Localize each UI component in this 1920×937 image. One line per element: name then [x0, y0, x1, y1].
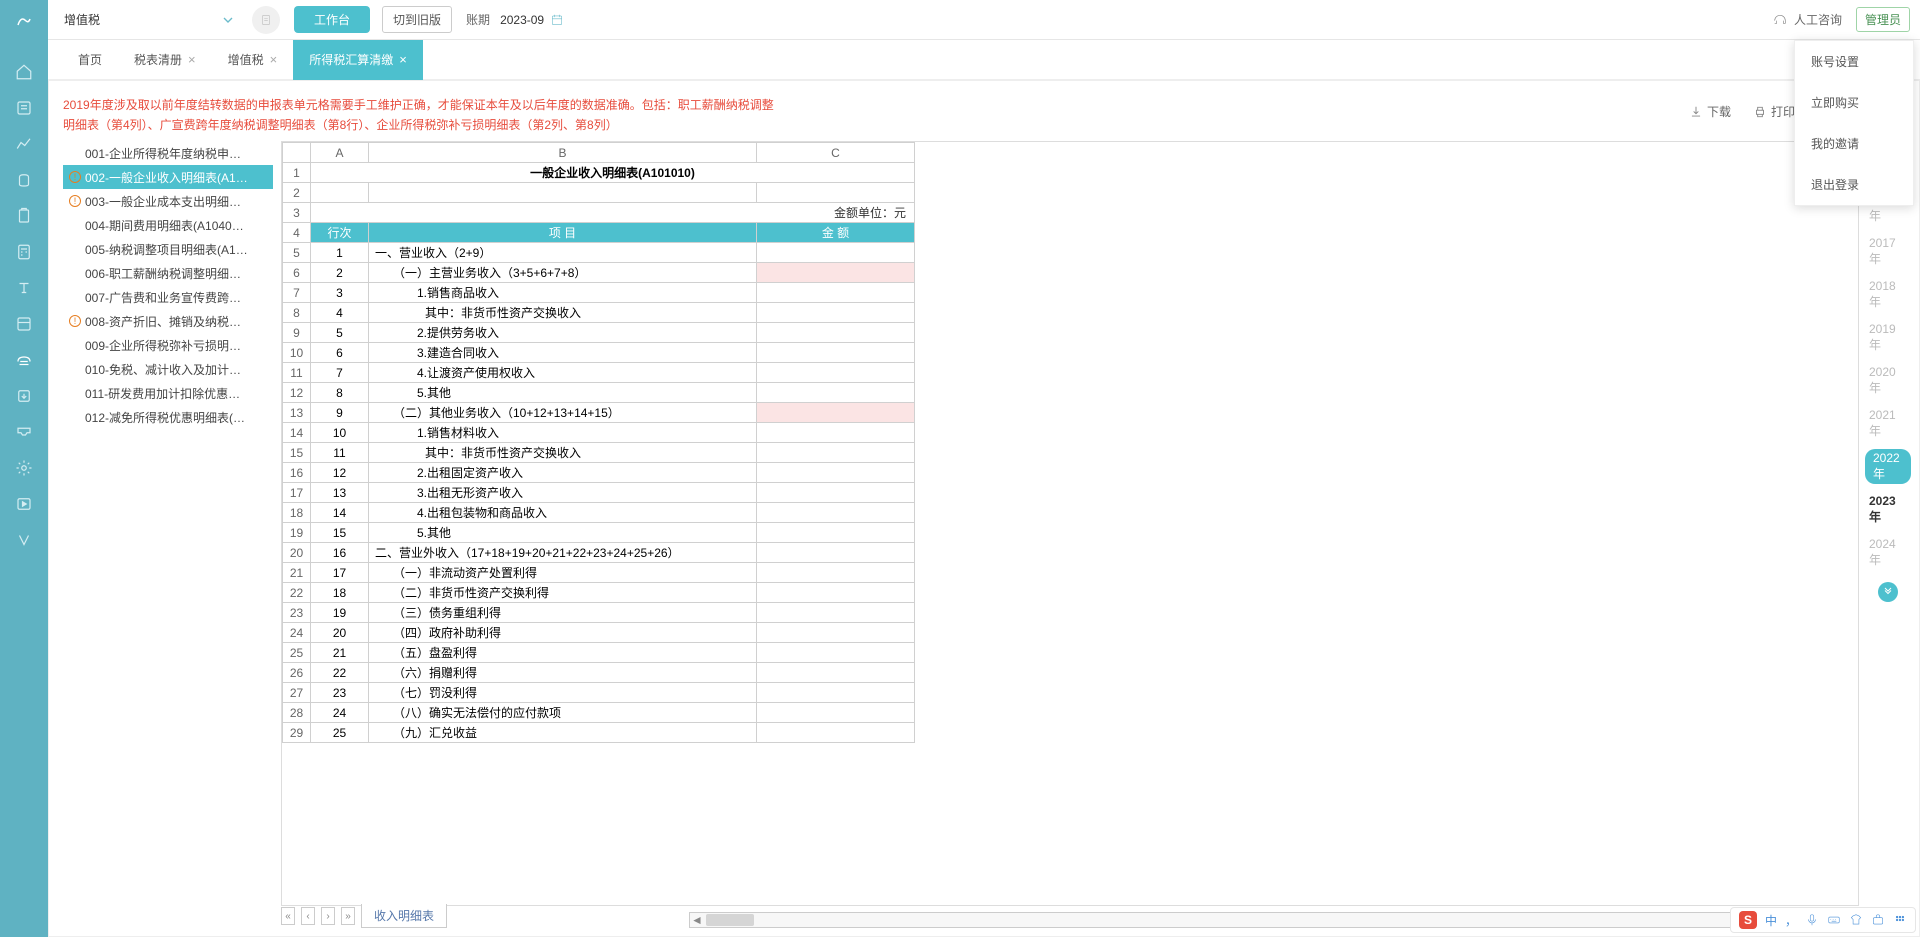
form-list: !001-企业所得税年度纳税申…!002-一般企业收入明细表(A1…!003-一…: [63, 141, 273, 906]
nav-export-icon[interactable]: [0, 378, 48, 414]
period-value[interactable]: 2023-09: [500, 13, 544, 27]
year-pill[interactable]: 2019年: [1865, 320, 1911, 355]
ime-keyboard-icon[interactable]: [1827, 913, 1841, 927]
year-pill[interactable]: 2020年: [1865, 363, 1911, 398]
nav-text-icon[interactable]: [0, 270, 48, 306]
nav-home-icon[interactable]: [0, 54, 48, 90]
switch-old-button[interactable]: 切到旧版: [382, 6, 452, 33]
year-pill[interactable]: 2021年: [1865, 406, 1911, 441]
tab[interactable]: 所得税汇算清缴×: [293, 40, 423, 80]
company-name: 增值税: [64, 11, 100, 28]
ime-lang[interactable]: 中: [1765, 912, 1777, 929]
nav-settings-icon[interactable]: [0, 450, 48, 486]
nav-rail: [0, 0, 48, 937]
nav-calc-icon[interactable]: [0, 234, 48, 270]
warning-text: 2019年度涉及取以前年度结转数据的申报表单元格需要手工维护正确，才能保证本年及…: [63, 95, 783, 136]
scroll-left-icon[interactable]: ◄: [690, 913, 704, 927]
sheet-nav-first[interactable]: «: [281, 907, 295, 925]
warning-icon: !: [69, 315, 81, 327]
nav-catalog-icon[interactable]: [0, 90, 48, 126]
nav-video-icon[interactable]: [0, 486, 48, 522]
form-list-item[interactable]: !012-减免所得税优惠明细表(…: [63, 405, 273, 429]
nav-tax-icon[interactable]: [0, 342, 48, 378]
close-icon[interactable]: ×: [399, 52, 407, 67]
nav-analytics-icon[interactable]: [0, 126, 48, 162]
notes-button[interactable]: [252, 6, 280, 34]
form-list-item[interactable]: !003-一般企业成本支出明细…: [63, 189, 273, 213]
nav-inbox-icon[interactable]: [0, 414, 48, 450]
tabs-row: 首页税表清册×增值税×所得税汇算清缴×: [48, 40, 1920, 80]
calendar-icon[interactable]: [550, 13, 564, 27]
tab[interactable]: 税表清册×: [118, 40, 212, 80]
user-menu-item[interactable]: 我的邀请: [1795, 123, 1913, 164]
form-list-item[interactable]: !001-企业所得税年度纳税申…: [63, 141, 273, 165]
year-pill[interactable]: 2017年: [1865, 234, 1911, 269]
scroll-thumb[interactable]: [706, 914, 754, 926]
close-icon[interactable]: ×: [188, 52, 196, 67]
form-list-item[interactable]: !007-广告费和业务宣传费跨…: [63, 285, 273, 309]
user-menu-item[interactable]: 退出登录: [1795, 164, 1913, 205]
nav-v-icon[interactable]: [0, 522, 48, 558]
nav-clipboard-icon[interactable]: [0, 198, 48, 234]
: S: [1739, 911, 1757, 929]
sheet-table[interactable]: ABC1一般企业收入明细表(A101010)23金额单位：元4行次项 目金 额5…: [282, 142, 915, 743]
ime-toolbox-icon[interactable]: [1871, 913, 1885, 927]
year-pill[interactable]: 2022年: [1865, 449, 1911, 484]
spreadsheet: ABC1一般企业收入明细表(A101010)23金额单位：元4行次项 目金 额5…: [281, 141, 1859, 906]
user-menu-item[interactable]: 账号设置: [1795, 41, 1913, 82]
nav-wallet-icon[interactable]: [0, 162, 48, 198]
form-list-item[interactable]: !004-期间费用明细表(A1040…: [63, 213, 273, 237]
ime-mic-icon[interactable]: [1805, 913, 1819, 927]
print-button[interactable]: 打印: [1753, 103, 1795, 120]
form-list-item[interactable]: !005-纳税调整项目明细表(A1…: [63, 237, 273, 261]
year-pill[interactable]: 2018年: [1865, 277, 1911, 312]
download-button[interactable]: 下载: [1689, 103, 1731, 120]
form-list-item[interactable]: !009-企业所得税弥补亏损明…: [63, 333, 273, 357]
ime-grid-icon[interactable]: [1893, 913, 1907, 927]
tab[interactable]: 增值税×: [212, 40, 294, 80]
headset-icon: [1772, 12, 1788, 28]
horizontal-scrollbar[interactable]: ◄ ►: [689, 912, 1849, 928]
form-list-item[interactable]: !010-免税、减计收入及加计…: [63, 357, 273, 381]
sheet-nav-next[interactable]: ›: [321, 907, 335, 925]
sheet-nav-prev[interactable]: ‹: [301, 907, 315, 925]
form-list-item[interactable]: !002-一般企业收入明细表(A1…: [63, 165, 273, 189]
page-body: 2019年度涉及取以前年度结转数据的申报表单元格需要手工维护正确，才能保证本年及…: [48, 80, 1920, 937]
ime-sep: ，: [1785, 912, 1797, 929]
close-icon[interactable]: ×: [270, 52, 278, 67]
year-pill[interactable]: 2024年: [1865, 535, 1911, 570]
year-rail: 2016年2017年2018年2019年2020年2021年2022年2023年…: [1865, 191, 1911, 602]
form-list-item[interactable]: !011-研发费用加计扣除优惠…: [63, 381, 273, 405]
form-list-item[interactable]: !008-资产折旧、摊销及纳税…: [63, 309, 273, 333]
warning-icon: !: [69, 171, 81, 183]
chevron-down-icon: [220, 12, 236, 28]
sheet-tab-bar: « ‹ › » 收入明细表: [281, 904, 447, 928]
consult-link[interactable]: 人工咨询: [1794, 11, 1842, 28]
workbench-button[interactable]: 工作台: [294, 6, 370, 33]
nav-dashboard-icon[interactable]: [0, 306, 48, 342]
app-logo: [10, 8, 38, 36]
admin-chip[interactable]: 管理员: [1856, 7, 1910, 32]
user-menu: 账号设置立即购买我的邀请退出登录: [1794, 40, 1914, 206]
top-bar: 增值税 工作台 切到旧版 账期 2023-09 人工咨询 管理员: [48, 0, 1920, 40]
year-pill[interactable]: 2023年: [1865, 492, 1911, 527]
year-more-icon[interactable]: [1878, 582, 1898, 602]
user-menu-item[interactable]: 立即购买: [1795, 82, 1913, 123]
company-selector[interactable]: 增值税: [58, 11, 242, 28]
warning-icon: !: [69, 195, 81, 207]
ime-skin-icon[interactable]: [1849, 913, 1863, 927]
ime-bar[interactable]: S 中 ，: [1730, 907, 1916, 933]
form-list-item[interactable]: !006-职工薪酬纳税调整明细…: [63, 261, 273, 285]
period-label: 账期: [466, 11, 490, 28]
sheet-tab[interactable]: 收入明细表: [361, 904, 447, 928]
sheet-nav-last[interactable]: »: [341, 907, 355, 925]
tab[interactable]: 首页: [62, 40, 118, 80]
